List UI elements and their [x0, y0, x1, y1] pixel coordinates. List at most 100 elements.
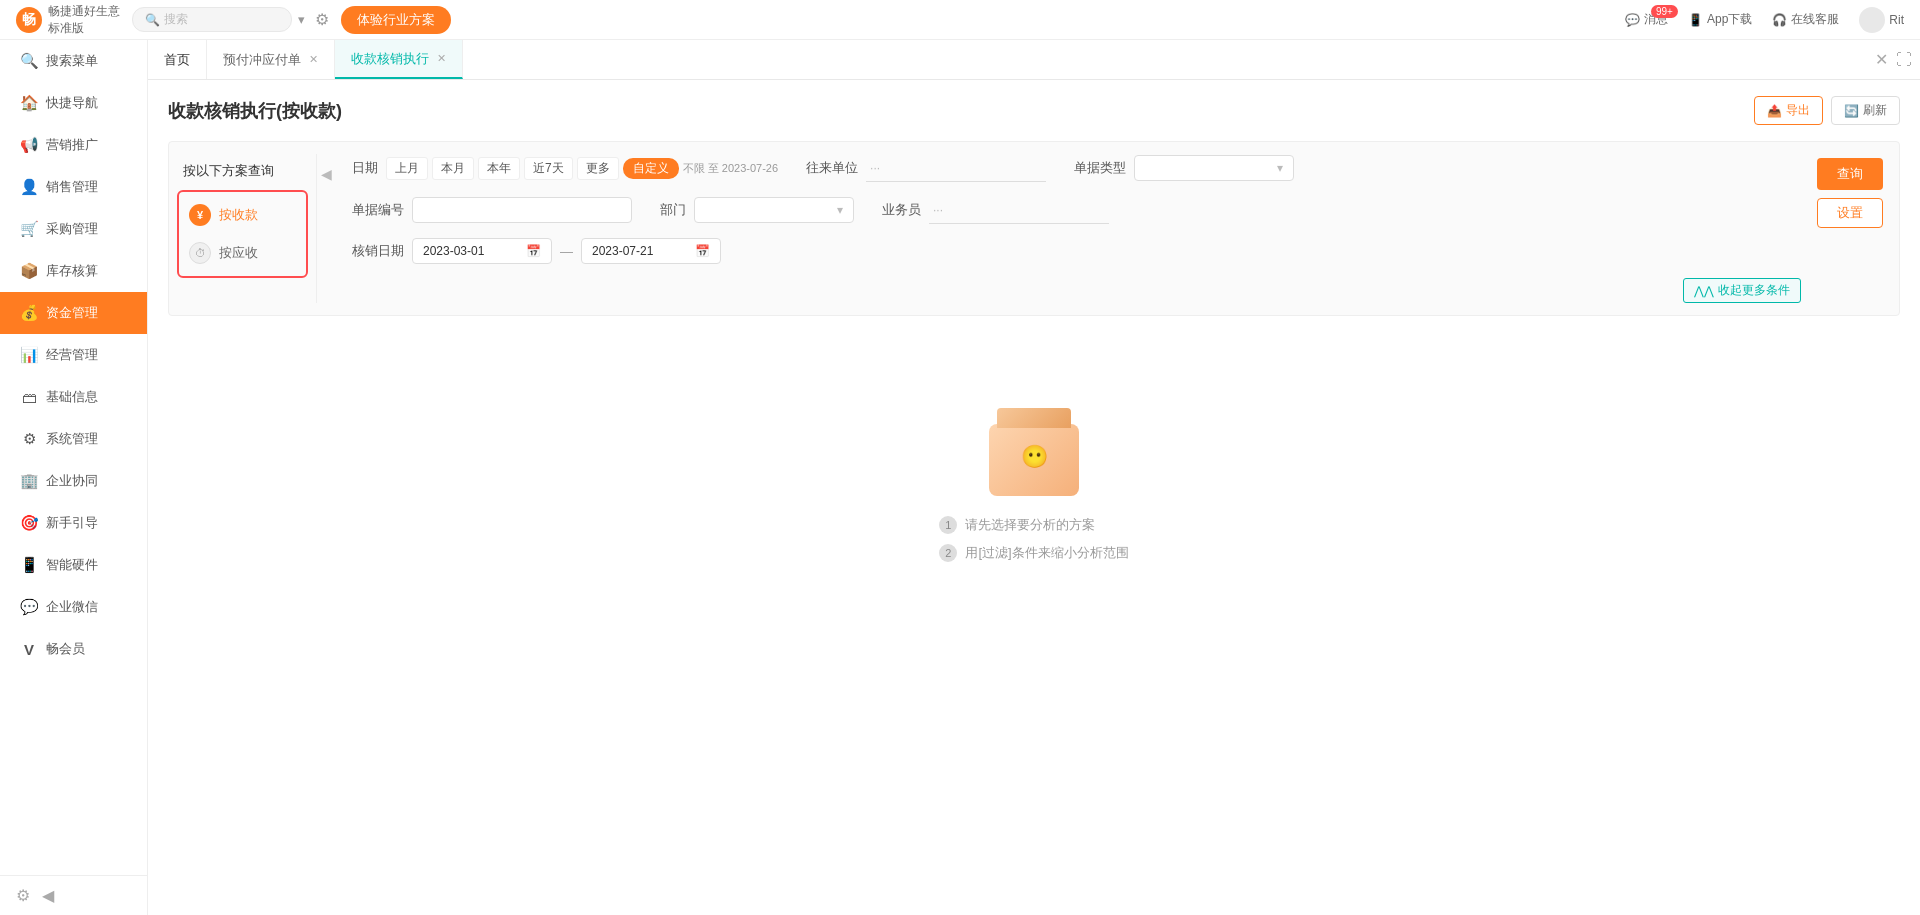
empty-state: 😶 1 请先选择要分析的方案 2 用[过滤]条件来缩小分析范围: [168, 316, 1900, 642]
billtype-select[interactable]: ▾: [1134, 155, 1294, 181]
sidebar-item-quicknav[interactable]: 🏠 快捷导航: [0, 82, 147, 124]
sidebar-item-guide[interactable]: 🎯 新手引导: [0, 502, 147, 544]
tab-collection-writeoff-close[interactable]: ✕: [437, 52, 446, 65]
empty-hint-1: 1 请先选择要分析的方案: [939, 516, 1128, 534]
sidebar-label-finance: 资金管理: [46, 304, 98, 322]
page-header-actions: 📤 导出 🔄 刷新: [1754, 96, 1900, 125]
filter-options-box: ¥ 按收款 ⏱ 按应收: [177, 190, 308, 278]
collection-label: 按收款: [219, 206, 258, 224]
filter-row-1: 日期 上月 本月 本年 近7天 更多 自定义 不限 至 2023-07-26: [352, 154, 1801, 182]
staff-input[interactable]: ···: [929, 196, 1109, 224]
sidebar-label-basicinfo: 基础信息: [46, 388, 98, 406]
hint1-text: 请先选择要分析的方案: [965, 516, 1095, 534]
sidebar-label-marketing: 营销推广: [46, 136, 98, 154]
sidebar-item-inventory[interactable]: 📦 库存核算: [0, 250, 147, 292]
user-avatar-item[interactable]: Rit: [1859, 7, 1904, 33]
page-inner: 收款核销执行(按收款) 📤 导出 🔄 刷新: [148, 80, 1920, 915]
topbar-search-box[interactable]: 🔍 搜索: [132, 7, 292, 32]
date-btn-7days[interactable]: 近7天: [524, 157, 573, 180]
sidebar-item-sales[interactable]: 👤 销售管理: [0, 166, 147, 208]
industry-btn[interactable]: 体验行业方案: [341, 6, 451, 34]
tab-advance-payment[interactable]: 预付冲应付单 ✕: [207, 40, 335, 79]
sidebar-item-marketing[interactable]: 📢 营销推广: [0, 124, 147, 166]
main-layout: 🔍 搜索菜单 🏠 快捷导航 📢 营销推广 👤 销售管理 🛒 采购管理 📦 库存核…: [0, 40, 1920, 915]
search-placeholder: 搜索: [164, 11, 188, 28]
sidebar-label-sales: 销售管理: [46, 178, 98, 196]
enterprise-icon: 🏢: [20, 472, 38, 490]
filter-collapse-btn[interactable]: ◀: [317, 154, 336, 303]
filter-row-3: 核销日期 2023-03-01 📅 — 2023-07-21 📅: [352, 238, 1801, 264]
sidebar-item-system[interactable]: ⚙ 系统管理: [0, 418, 147, 460]
writeoff-to-value: 2023-07-21: [592, 244, 653, 258]
page-content: 收款核销执行(按收款) 📤 导出 🔄 刷新: [148, 80, 1920, 915]
empty-box-lid: [997, 408, 1071, 428]
dept-label: 部门: [660, 201, 686, 219]
expand-tabbar-icon[interactable]: ⛶: [1896, 51, 1912, 69]
page-header: 收款核销执行(按收款) 📤 导出 🔄 刷新: [168, 96, 1900, 125]
sidebar-item-operations[interactable]: 📊 经营管理: [0, 334, 147, 376]
date-btn-this-month[interactable]: 本月: [432, 157, 474, 180]
partner-input[interactable]: ···: [866, 154, 1046, 182]
receivable-icon: ⏱: [189, 242, 211, 264]
collapse-sidebar-icon[interactable]: ◀: [42, 886, 54, 905]
writeoff-date-to[interactable]: 2023-07-21 📅: [581, 238, 721, 264]
query-btn[interactable]: 查询: [1817, 158, 1883, 190]
sidebar-item-hardware[interactable]: 📱 智能硬件: [0, 544, 147, 586]
app-download-item[interactable]: 📱 App下载: [1688, 11, 1752, 28]
filter-area: 按以下方案查询 ¥ 按收款 ⏱ 按应收: [168, 141, 1900, 316]
service-item[interactable]: 🎧 在线客服: [1772, 11, 1839, 28]
search-icon: 🔍: [145, 13, 160, 27]
logo-area: 畅 畅捷通好生意标准版: [16, 3, 120, 37]
refresh-btn[interactable]: 🔄 刷新: [1831, 96, 1900, 125]
service-label: 在线客服: [1791, 11, 1839, 28]
expand-filter-btn[interactable]: ⋀⋀ 收起更多条件: [1683, 278, 1801, 303]
tab-home[interactable]: 首页: [148, 40, 207, 79]
writeoff-date-from[interactable]: 2023-03-01 📅: [412, 238, 552, 264]
message-icon: 💬: [1625, 13, 1640, 27]
sidebar-item-purchase[interactable]: 🛒 采购管理: [0, 208, 147, 250]
search-dropdown-icon[interactable]: ▾: [298, 12, 305, 27]
sidebar-item-basicinfo[interactable]: 🗃 基础信息: [0, 376, 147, 418]
sidebar-label-inventory: 库存核算: [46, 262, 98, 280]
date-btn-this-year[interactable]: 本年: [478, 157, 520, 180]
tab-advance-payment-close[interactable]: ✕: [309, 53, 318, 66]
basicinfo-icon: 🗃: [20, 389, 38, 406]
sidebar-item-enterprise[interactable]: 🏢 企业协同: [0, 460, 147, 502]
empty-box-face: 😶: [1021, 444, 1048, 470]
dept-select[interactable]: ▾: [694, 197, 854, 223]
close-all-tabs-icon[interactable]: ✕: [1875, 50, 1888, 69]
billno-input[interactable]: [412, 197, 632, 223]
date-btn-more[interactable]: 更多: [577, 157, 619, 180]
empty-illustration: 😶: [974, 396, 1094, 496]
filter-sidebar: 按以下方案查询 ¥ 按收款 ⏱ 按应收: [169, 154, 317, 303]
sidebar-label-purchase: 采购管理: [46, 220, 98, 238]
export-btn[interactable]: 📤 导出: [1754, 96, 1823, 125]
collapse-filter-icon[interactable]: ◀: [321, 166, 332, 182]
tabbar: 首页 预付冲应付单 ✕ 收款核销执行 ✕ ✕ ⛶: [148, 40, 1920, 80]
topbar-settings-icon[interactable]: ⚙: [315, 10, 329, 29]
operations-icon: 📊: [20, 346, 38, 364]
page-title: 收款核销执行(按收款): [168, 99, 342, 123]
marketing-icon: 📢: [20, 136, 38, 154]
filter-option-by-receivable[interactable]: ⏱ 按应收: [179, 234, 306, 272]
partner-dots: ···: [870, 161, 880, 175]
tab-home-label: 首页: [164, 51, 190, 69]
app-label: App下载: [1707, 11, 1752, 28]
filter-option-by-collection[interactable]: ¥ 按收款: [179, 196, 306, 234]
settings-bottom-icon[interactable]: ⚙: [16, 886, 30, 905]
sales-icon: 👤: [20, 178, 38, 196]
settings-filter-btn[interactable]: 设置: [1817, 198, 1883, 228]
date-btn-custom[interactable]: 自定义: [623, 158, 679, 179]
filter-staff-field: 业务员 ···: [882, 196, 1109, 224]
sidebar-item-search[interactable]: 🔍 搜索菜单: [0, 40, 147, 82]
sidebar-item-finance[interactable]: 💰 资金管理: [0, 292, 147, 334]
filter-billtype-field: 单据类型 ▾: [1074, 155, 1294, 181]
date-btn-last-month[interactable]: 上月: [386, 157, 428, 180]
member-icon: V: [20, 641, 38, 658]
service-icon: 🎧: [1772, 13, 1787, 27]
filter-main: 日期 上月 本月 本年 近7天 更多 自定义 不限 至 2023-07-26: [336, 154, 1817, 303]
tab-collection-writeoff[interactable]: 收款核销执行 ✕: [335, 40, 463, 79]
message-item[interactable]: 💬 消息 99+: [1625, 11, 1668, 28]
sidebar-item-wechat[interactable]: 💬 企业微信: [0, 586, 147, 628]
sidebar-item-member[interactable]: V 畅会员: [0, 628, 147, 670]
